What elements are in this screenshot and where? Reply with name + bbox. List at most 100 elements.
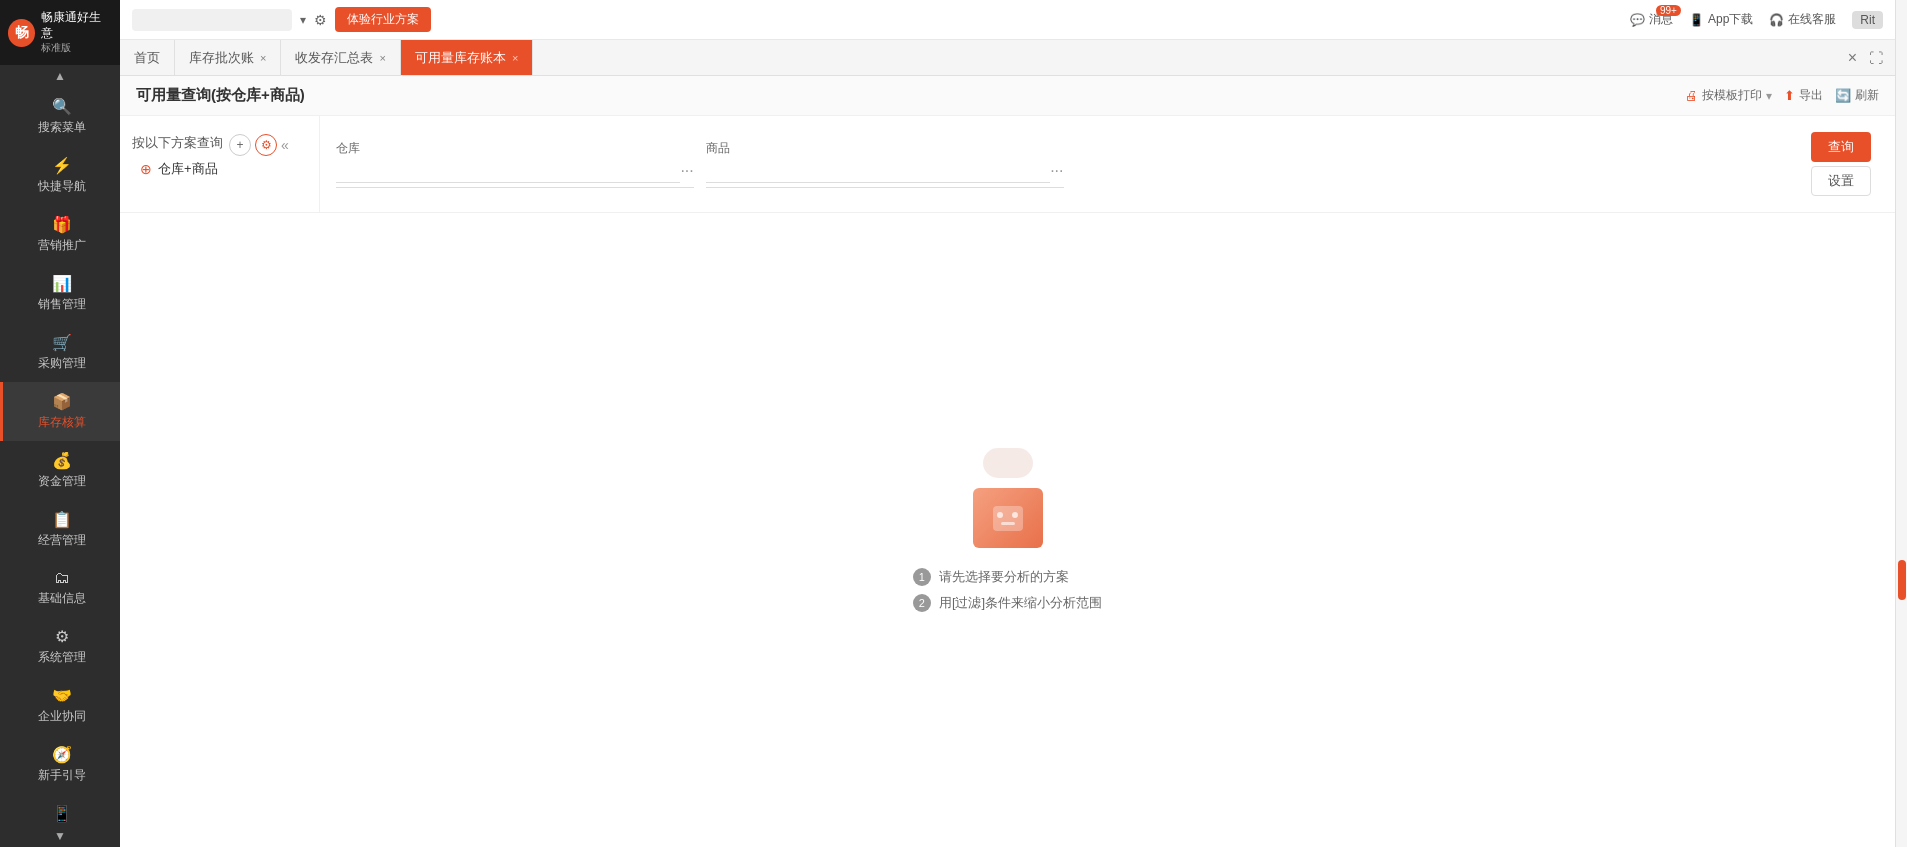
service-label: 在线客服 [1788,11,1836,28]
product-label: 商品 [706,140,1064,157]
empty-hints: 1 请先选择要分析的方案 2 用[过滤]条件来缩小分析范围 [913,568,1102,612]
mobile-icon: 📱 [52,804,72,823]
sidebar-item-finance[interactable]: 💰 资金管理 [0,441,120,500]
tabs-maximize-icon[interactable]: ⛶ [1865,46,1887,70]
money-icon: 💰 [52,451,72,470]
print-icon: 🖨 [1685,88,1698,103]
sidebar-item-label: 库存核算 [38,414,86,431]
product-more-icon[interactable]: ··· [1050,162,1063,180]
filter-label-text: 按以下方案查询 [132,134,223,152]
clipboard-icon: 📋 [52,510,72,529]
sidebar-item-label: 经营管理 [38,532,86,549]
message-icon: 💬 [1630,13,1645,27]
sidebar-item-marketing[interactable]: 🎁 营销推广 [0,205,120,264]
box-illustration [973,488,1043,548]
sidebar-item-label: 新手引导 [38,767,86,784]
page-title: 可用量查询(按仓库+商品) [136,86,305,105]
sidebar-item-label: 系统管理 [38,649,86,666]
page-header-actions: 🖨 按模板打印 ▾ ⬆ 导出 🔄 刷新 [1685,87,1879,104]
sidebar-item-newbie[interactable]: 🧭 新手引导 [0,735,120,794]
product-input[interactable] [706,159,1050,183]
scrollbar-thumb[interactable] [1898,560,1906,600]
warehouse-input[interactable] [336,159,680,183]
topbar-user[interactable]: Rit [1852,11,1883,29]
scheme-item-warehouse-product[interactable]: ⊕ 仓库+商品 [132,156,307,182]
tab-batch[interactable]: 库存批次账 × [175,40,281,75]
sidebar-item-label: 搜索菜单 [38,119,86,136]
topbar-right: 💬 消息 99+ 📱 App下载 🎧 在线客服 Rit [1630,11,1883,29]
scheme-list: ⊕ 仓库+商品 [132,156,307,182]
sidebar-item-enterprise[interactable]: 🤝 企业协同 [0,676,120,735]
topbar-app-download[interactable]: 📱 App下载 [1689,11,1753,28]
tab-home[interactable]: 首页 [120,40,175,75]
export-action[interactable]: ⬆ 导出 [1784,87,1823,104]
scheme-settings-button[interactable]: ⚙ [255,134,277,156]
empty-hint-1: 1 请先选择要分析的方案 [913,568,1102,586]
cloud-decoration [983,448,1033,478]
topbar-gear-icon[interactable]: ⚙ [314,12,327,28]
sidebar-item-label: 企业协同 [38,708,86,725]
tab-available[interactable]: 可用量库存账本 × [401,40,533,75]
topbar-dropdown-icon[interactable]: ▾ [300,13,306,27]
topbar-search-input[interactable] [132,9,292,31]
warehouse-more-icon[interactable]: ··· [680,162,693,180]
compass-icon: 🧭 [52,745,72,764]
sidebar-item-inventory[interactable]: 📦 库存核算 [0,382,120,441]
filter-fields-area: 仓库 ··· 商品 ··· [320,116,1895,212]
sidebar-item-purchase[interactable]: 🛒 采购管理 [0,323,120,382]
print-dropdown-icon[interactable]: ▾ [1766,89,1772,103]
industry-solution-button[interactable]: 体验行业方案 [335,7,431,32]
gift-icon: 🎁 [52,215,72,234]
sidebar-item-search[interactable]: 🔍 搜索菜单 [0,87,120,146]
add-scheme-button[interactable]: + [229,134,251,156]
export-icon: ⬆ [1784,88,1795,103]
tab-available-close[interactable]: × [512,52,518,64]
warehouse-label: 仓库 [336,140,694,157]
sidebar-nav: 🔍 搜索菜单 ⚡ 快捷导航 🎁 营销推广 📊 销售管理 🛒 采购管理 📦 库存核… [0,87,120,825]
filter-area: 按以下方案查询 + ⚙ « ⊕ 仓库+商品 [120,116,1895,213]
sidebar-item-operations[interactable]: 📋 经营管理 [0,500,120,559]
scheme-label: 仓库+商品 [158,160,218,178]
refresh-label: 刷新 [1855,87,1879,104]
sidebar-scroll-up[interactable]: ▲ [0,65,120,87]
sidebar-header: 畅 畅康通好生意 标准版 [0,0,120,65]
tabs-bar-right: × ⛶ [1844,45,1895,71]
empty-hint-2: 2 用[过滤]条件来缩小分析范围 [913,594,1102,612]
sidebar-scroll-down[interactable]: ▼ [0,825,120,847]
topbar-message[interactable]: 💬 消息 99+ [1630,11,1673,28]
service-icon: 🎧 [1769,13,1784,27]
query-button[interactable]: 查询 [1811,132,1871,162]
app-logo: 畅 [8,19,35,47]
user-label: Rit [1860,13,1875,27]
sidebar-item-label: 营销推广 [38,237,86,254]
template-print-action[interactable]: 🖨 按模板打印 ▾ [1685,87,1772,104]
app-version: 标准版 [41,41,112,55]
hint-num-1: 1 [913,568,931,586]
page-header: 可用量查询(按仓库+商品) 🖨 按模板打印 ▾ ⬆ 导出 🔄 刷新 [120,76,1895,116]
query-btn-area: 查询 设置 [1803,124,1879,204]
filter-actions: + ⚙ « [229,130,289,156]
box-face [993,506,1023,531]
chart-icon: 📊 [52,274,72,293]
tab-summary[interactable]: 收发存汇总表 × [281,40,400,75]
right-scrollbar [1895,0,1907,847]
message-badge: 99+ [1656,5,1681,16]
scheme-icon: ⊕ [140,161,152,177]
tab-summary-close[interactable]: × [379,52,385,64]
sidebar-item-apps[interactable]: 📱 应用中心 [0,794,120,825]
sidebar-item-system[interactable]: ⚙ 系统管理 [0,617,120,676]
search-icon: 🔍 [52,97,72,116]
tab-batch-close[interactable]: × [260,52,266,64]
refresh-action[interactable]: 🔄 刷新 [1835,87,1879,104]
sidebar-item-shortcuts[interactable]: ⚡ 快捷导航 [0,146,120,205]
sidebar: 畅 畅康通好生意 标准版 ▲ 🔍 搜索菜单 ⚡ 快捷导航 🎁 营销推广 📊 销售… [0,0,120,847]
tabs-close-icon[interactable]: × [1844,45,1861,71]
topbar-online-service[interactable]: 🎧 在线客服 [1769,11,1836,28]
hint-text-1: 请先选择要分析的方案 [939,568,1069,586]
sidebar-item-sales[interactable]: 📊 销售管理 [0,264,120,323]
settings-button[interactable]: 设置 [1811,166,1871,196]
collapse-button[interactable]: « [281,137,289,153]
main-area: ▾ ⚙ 体验行业方案 💬 消息 99+ 📱 App下载 🎧 在线客服 Rit [120,0,1895,847]
sidebar-item-basic[interactable]: 🗂 基础信息 [0,559,120,617]
filter-label: 按以下方案查询 + ⚙ « [132,124,307,156]
